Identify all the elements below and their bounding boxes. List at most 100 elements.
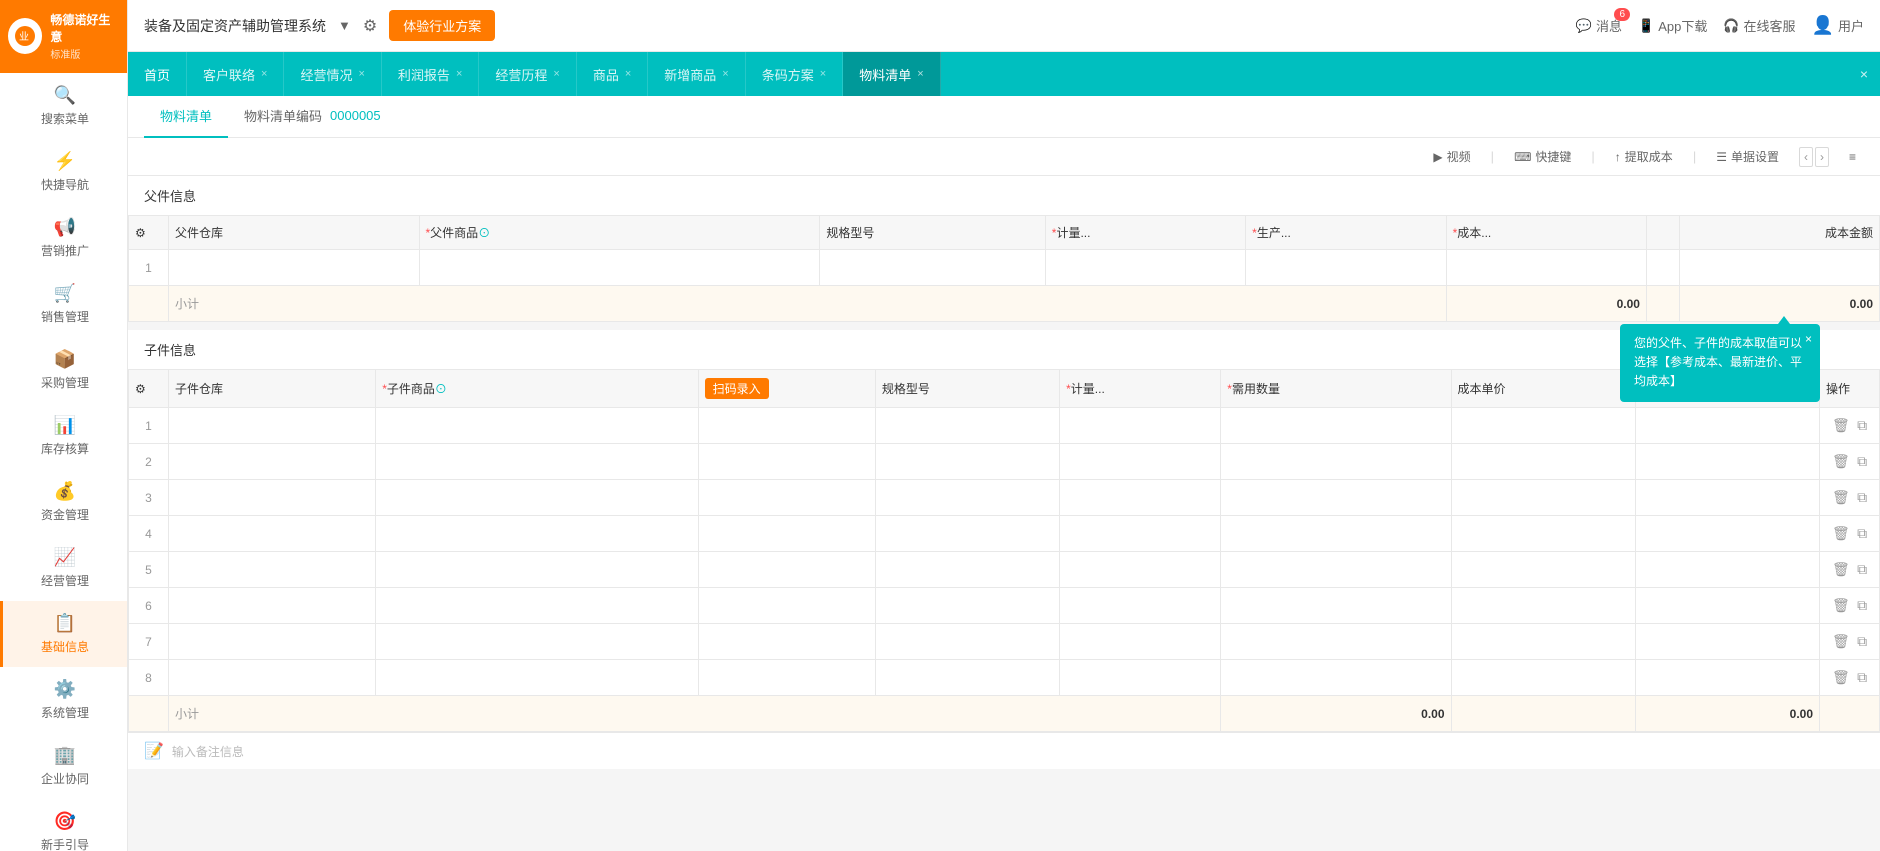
tab-operation[interactable]: 经营情况 ×: [284, 52, 381, 96]
child-unit-cell[interactable]: [1060, 660, 1221, 696]
user-item[interactable]: 👤 用户: [1812, 15, 1864, 36]
tab-home[interactable]: 首页: [128, 52, 187, 96]
copy-icon[interactable]: ⧉: [1857, 417, 1867, 433]
parent-produce-cell[interactable]: [1246, 250, 1446, 286]
child-unit-cost-cell[interactable]: [1451, 444, 1635, 480]
tooltip-close[interactable]: ×: [1805, 330, 1812, 349]
child-warehouse-cell[interactable]: [169, 408, 376, 444]
copy-icon[interactable]: ⧉: [1857, 633, 1867, 649]
scan-button[interactable]: 扫码录入: [705, 378, 769, 399]
child-qty-cell[interactable]: [1221, 624, 1451, 660]
child-product-cell[interactable]: [376, 552, 698, 588]
copy-icon[interactable]: ⧉: [1857, 525, 1867, 541]
tab-bom-close[interactable]: ×: [917, 68, 923, 80]
child-qty-cell[interactable]: [1221, 480, 1451, 516]
extract-cost-btn[interactable]: ↑ 提取成本: [1607, 144, 1681, 169]
delete-icon[interactable]: 🗑: [1832, 417, 1850, 433]
child-warehouse-cell[interactable]: [169, 552, 376, 588]
tab-goods[interactable]: 商品 ×: [577, 52, 648, 96]
sidebar-item-sales[interactable]: 🛒 销售管理: [0, 271, 127, 337]
tab-customer[interactable]: 客户联络 ×: [187, 52, 284, 96]
child-warehouse-cell[interactable]: [169, 480, 376, 516]
sidebar-item-quicknav[interactable]: ⚡ 快捷导航: [0, 139, 127, 205]
delete-icon[interactable]: 🗑: [1832, 561, 1850, 577]
child-product-cell[interactable]: [376, 516, 698, 552]
tab-goods-close[interactable]: ×: [625, 68, 631, 80]
child-warehouse-cell[interactable]: [169, 444, 376, 480]
child-unit-cost-cell[interactable]: [1451, 408, 1635, 444]
copy-icon[interactable]: ⧉: [1857, 489, 1867, 505]
child-unit-cell[interactable]: [1060, 516, 1221, 552]
delete-icon[interactable]: 🗑: [1832, 489, 1850, 505]
child-spec-cell[interactable]: [875, 444, 1059, 480]
next-btn[interactable]: ›: [1815, 147, 1829, 167]
child-spec-cell[interactable]: [875, 588, 1059, 624]
copy-icon[interactable]: ⧉: [1857, 669, 1867, 685]
sidebar-item-system[interactable]: ⚙️ 系统管理: [0, 667, 127, 733]
tab-new-goods[interactable]: 新增商品 ×: [648, 52, 745, 96]
delete-icon[interactable]: 🗑: [1832, 669, 1850, 685]
prev-btn[interactable]: ‹: [1799, 147, 1813, 167]
child-unit-cell[interactable]: [1060, 444, 1221, 480]
sub-tab-bom-list[interactable]: 物料清单: [144, 96, 228, 138]
child-qty-cell[interactable]: [1221, 516, 1451, 552]
child-product-cell[interactable]: [376, 408, 698, 444]
parent-product-cell[interactable]: [419, 250, 820, 286]
child-warehouse-cell[interactable]: [169, 624, 376, 660]
sidebar-item-inventory[interactable]: 📊 库存核算: [0, 403, 127, 469]
child-qty-cell[interactable]: [1221, 552, 1451, 588]
child-qty-cell[interactable]: [1221, 444, 1451, 480]
single-settings-btn[interactable]: ☰ 单据设置: [1708, 144, 1787, 169]
tab-history-close[interactable]: ×: [553, 68, 559, 80]
sidebar-item-basic[interactable]: 📋 基础信息: [0, 601, 127, 667]
child-spec-cell[interactable]: [875, 660, 1059, 696]
tab-barcode-close[interactable]: ×: [820, 68, 826, 80]
child-unit-cell[interactable]: [1060, 588, 1221, 624]
tab-barcode[interactable]: 条码方案 ×: [746, 52, 843, 96]
child-unit-cost-cell[interactable]: [1451, 552, 1635, 588]
child-spec-cell[interactable]: [875, 480, 1059, 516]
sidebar-item-marketing[interactable]: 📢 营销推广: [0, 205, 127, 271]
sidebar-item-search[interactable]: 🔍 搜索菜单: [0, 73, 127, 139]
child-spec-cell[interactable]: [875, 552, 1059, 588]
parent-cost-cell[interactable]: [1446, 250, 1646, 286]
child-warehouse-cell[interactable]: [169, 588, 376, 624]
child-unit-cost-cell[interactable]: [1451, 516, 1635, 552]
delete-icon[interactable]: 🗑: [1832, 633, 1850, 649]
child-unit-cell[interactable]: [1060, 480, 1221, 516]
tab-customer-close[interactable]: ×: [261, 68, 267, 80]
tabs-close-all[interactable]: ×: [1848, 66, 1880, 82]
parent-spec-cell[interactable]: [820, 250, 1045, 286]
copy-icon[interactable]: ⧉: [1857, 561, 1867, 577]
child-product-cell[interactable]: [376, 444, 698, 480]
sidebar-item-guide[interactable]: 🎯 新手引导: [0, 799, 127, 851]
child-unit-cell[interactable]: [1060, 408, 1221, 444]
app-download-item[interactable]: 📱 App下载: [1638, 16, 1707, 35]
tab-profit-close[interactable]: ×: [456, 68, 462, 80]
delete-icon[interactable]: 🗑: [1832, 525, 1850, 541]
child-unit-cost-cell[interactable]: [1451, 660, 1635, 696]
sidebar-item-operation[interactable]: 📈 经营管理: [0, 535, 127, 601]
child-gear-icon[interactable]: ⚙: [135, 382, 146, 396]
view-btn[interactable]: ▶ 视频: [1425, 144, 1478, 169]
delete-icon[interactable]: 🗑: [1832, 597, 1850, 613]
tab-profit[interactable]: 利润报告 ×: [382, 52, 479, 96]
child-product-cell[interactable]: [376, 480, 698, 516]
child-warehouse-cell[interactable]: [169, 660, 376, 696]
child-unit-cell[interactable]: [1060, 624, 1221, 660]
copy-icon[interactable]: ⧉: [1857, 453, 1867, 469]
tab-operation-close[interactable]: ×: [358, 68, 364, 80]
trial-button[interactable]: 体验行业方案: [389, 10, 495, 41]
menu-btn[interactable]: ≡: [1841, 146, 1864, 168]
sub-tab-bom-code[interactable]: 物料清单编码 0000005: [228, 96, 397, 138]
settings-icon[interactable]: ⚙: [363, 16, 377, 36]
child-qty-cell[interactable]: [1221, 660, 1451, 696]
sidebar-item-enterprise[interactable]: 🏢 企业协同: [0, 733, 127, 799]
child-unit-cost-cell[interactable]: [1451, 624, 1635, 660]
note-placeholder[interactable]: 输入备注信息: [172, 743, 244, 760]
parent-unit-cell[interactable]: [1045, 250, 1245, 286]
parent-warehouse-cell[interactable]: [169, 250, 420, 286]
child-unit-cost-cell[interactable]: [1451, 588, 1635, 624]
copy-icon[interactable]: ⧉: [1857, 597, 1867, 613]
sidebar-item-purchase[interactable]: 📦 采购管理: [0, 337, 127, 403]
